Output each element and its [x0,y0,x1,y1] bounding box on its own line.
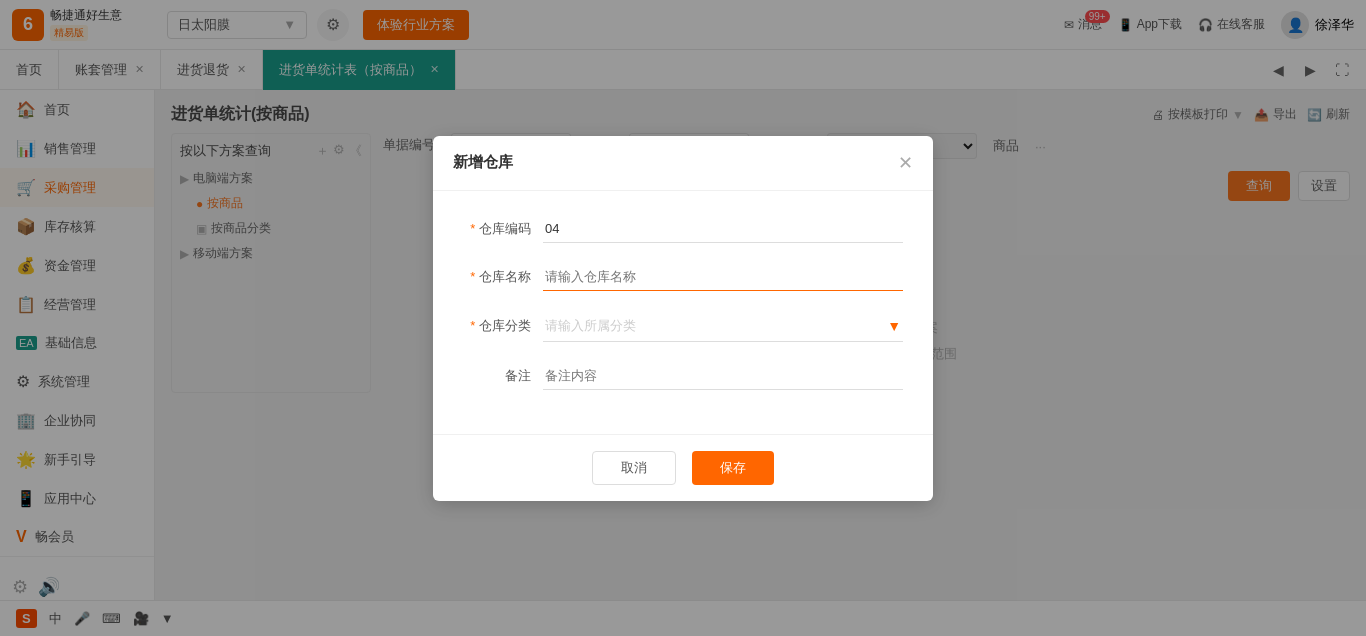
warehouse-category-select[interactable]: 请输入所属分类 ▼ [543,311,903,342]
warehouse-category-arrow: ▼ [887,318,901,334]
warehouse-name-required: * [470,269,475,284]
warehouse-name-label: * 仓库名称 [463,268,543,286]
modal-footer: 取消 保存 [433,434,933,501]
save-button[interactable]: 保存 [692,451,774,485]
warehouse-code-required: * [470,221,475,236]
new-warehouse-modal: 新增仓库 ✕ * 仓库编码 * 仓库名称 [433,136,933,501]
warehouse-category-label: * 仓库分类 [463,317,543,335]
warehouse-category-required: * [470,318,475,333]
warehouse-category-placeholder: 请输入所属分类 [545,317,887,335]
remark-input[interactable] [543,362,903,390]
warehouse-name-input[interactable] [543,263,903,291]
warehouse-name-row: * 仓库名称 [463,263,903,291]
warehouse-code-label: * 仓库编码 [463,220,543,238]
warehouse-code-input[interactable] [543,215,903,243]
modal-close-button[interactable]: ✕ [898,152,913,174]
modal-overlay: 新增仓库 ✕ * 仓库编码 * 仓库名称 [0,0,1366,636]
remark-label: 备注 [463,367,543,385]
modal-header: 新增仓库 ✕ [433,136,933,191]
warehouse-code-row: * 仓库编码 [463,215,903,243]
cancel-button[interactable]: 取消 [592,451,676,485]
modal-body: * 仓库编码 * 仓库名称 * 仓库分类 请输入 [433,191,933,434]
remark-row: 备注 [463,362,903,390]
warehouse-category-row: * 仓库分类 请输入所属分类 ▼ [463,311,903,342]
modal-title: 新增仓库 [453,153,513,172]
